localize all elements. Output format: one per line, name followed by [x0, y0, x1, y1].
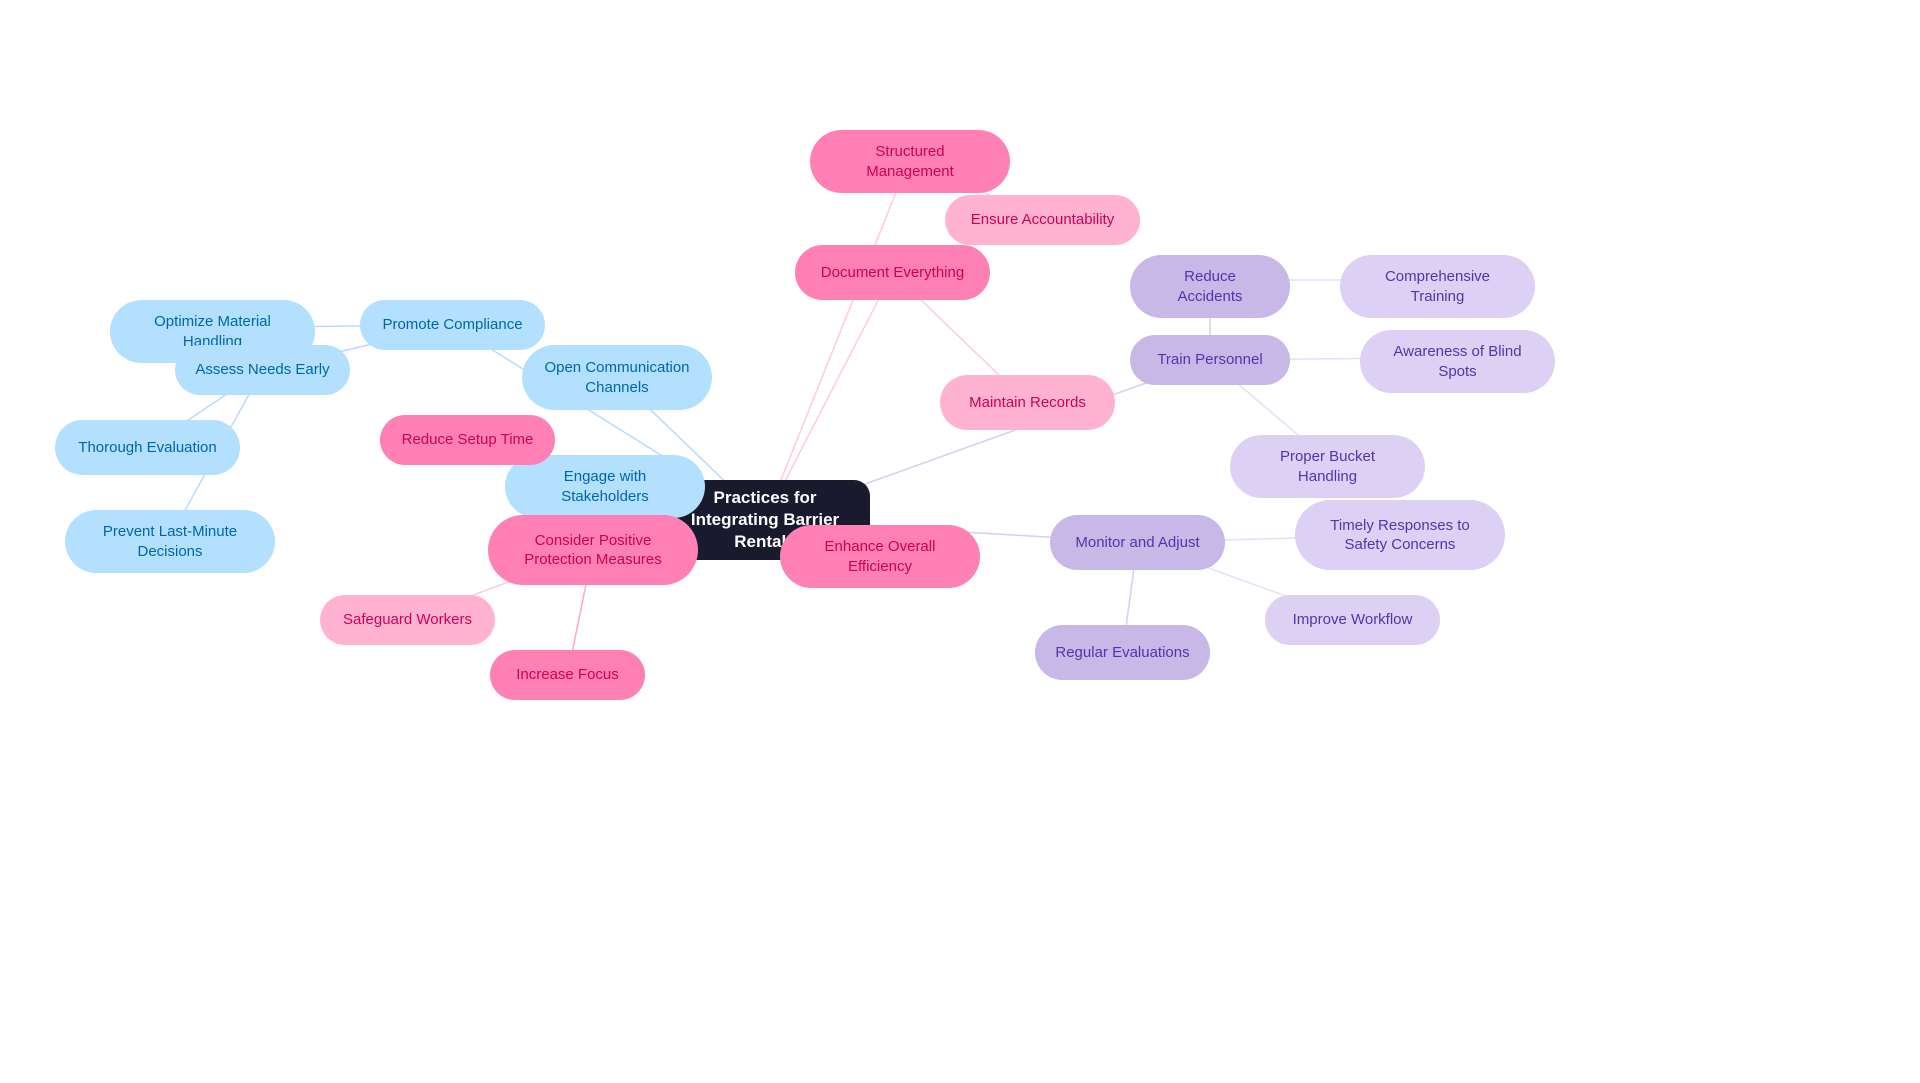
node-reduce_setup_time[interactable]: Reduce Setup Time — [380, 415, 555, 465]
node-awareness_blind_spots[interactable]: Awareness of Blind Spots — [1360, 330, 1555, 393]
node-structured_management[interactable]: Structured Management — [810, 130, 1010, 193]
node-thorough_evaluation[interactable]: Thorough Evaluation — [55, 420, 240, 475]
node-assess_needs[interactable]: Assess Needs Early — [175, 345, 350, 395]
node-regular_evaluations[interactable]: Regular Evaluations — [1035, 625, 1210, 680]
node-positive_protection[interactable]: Consider Positive Protection Measures — [488, 515, 698, 585]
node-comprehensive_training[interactable]: Comprehensive Training — [1340, 255, 1535, 318]
node-maintain_records[interactable]: Maintain Records — [940, 375, 1115, 430]
node-reduce_accidents[interactable]: Reduce Accidents — [1130, 255, 1290, 318]
node-increase_focus[interactable]: Increase Focus — [490, 650, 645, 700]
node-open_communication[interactable]: Open Communication Channels — [522, 345, 712, 410]
node-enhance_efficiency[interactable]: Enhance Overall Efficiency — [780, 525, 980, 588]
node-prevent_last_minute[interactable]: Prevent Last-Minute Decisions — [65, 510, 275, 573]
node-document_everything[interactable]: Document Everything — [795, 245, 990, 300]
node-safeguard_workers[interactable]: Safeguard Workers — [320, 595, 495, 645]
node-proper_bucket[interactable]: Proper Bucket Handling — [1230, 435, 1425, 498]
node-timely_responses[interactable]: Timely Responses to Safety Concerns — [1295, 500, 1505, 570]
mindmap-container: Practices for Integrating Barrier Rental… — [0, 0, 1920, 1083]
node-train_personnel[interactable]: Train Personnel — [1130, 335, 1290, 385]
node-promote_compliance[interactable]: Promote Compliance — [360, 300, 545, 350]
node-improve_workflow[interactable]: Improve Workflow — [1265, 595, 1440, 645]
node-ensure_accountability[interactable]: Ensure Accountability — [945, 195, 1140, 245]
node-monitor_adjust[interactable]: Monitor and Adjust — [1050, 515, 1225, 570]
